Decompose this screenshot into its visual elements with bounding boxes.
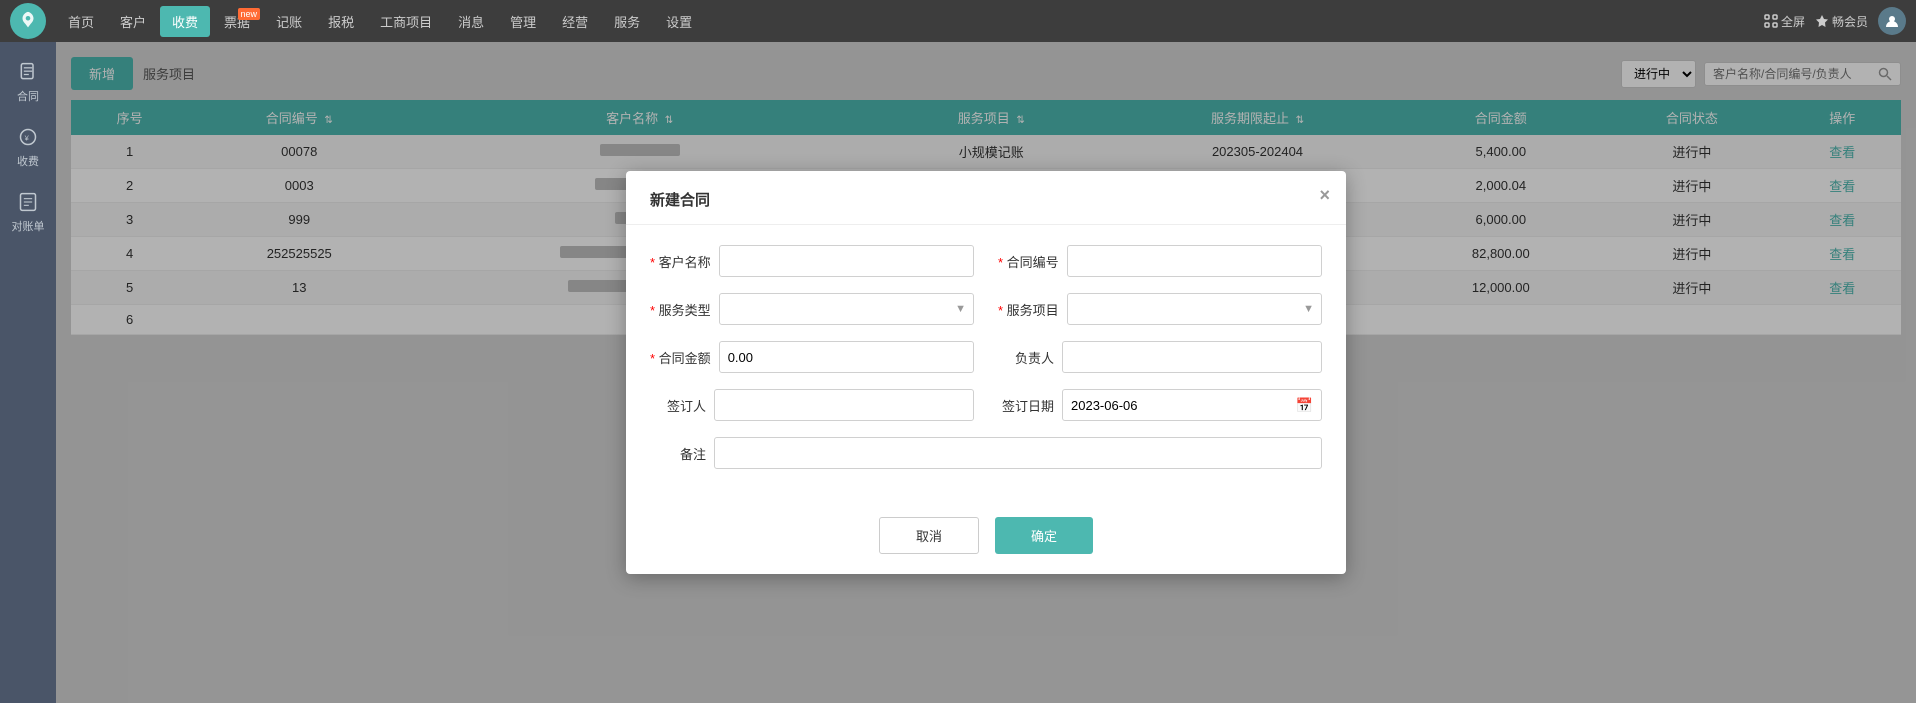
contract-amount-label: 合同金额 [650,348,711,367]
contract-amount-input[interactable] [719,341,974,373]
form-row-2: 服务类型 ▼ 服务项目 ▼ [650,293,1322,325]
sidebar-label-fee: 收费 [17,153,39,169]
notes-input[interactable] [714,437,1322,469]
form-row-4: 签订人 签订日期 📅 [650,389,1322,421]
contract-no-input[interactable] [1067,245,1322,277]
nav-service[interactable]: 服务 [602,6,652,37]
form-row-3: 合同金额 负责人 [650,341,1322,373]
nav-home[interactable]: 首页 [56,6,106,37]
signer-input[interactable] [714,389,974,421]
service-item-select[interactable] [1067,293,1322,325]
fullscreen-button[interactable]: 全屏 [1764,13,1805,30]
service-item-select-wrap: ▼ [1067,293,1322,325]
sidebar-label-contract: 合同 [17,88,39,104]
notes-label: 备注 [650,444,706,463]
nav-menu: 首页 客户 收费 票据 new 记账 报税 工商项目 消息 管理 经营 服务 设… [56,6,1764,37]
fullscreen-label: 全屏 [1781,13,1805,30]
service-type-select-wrap: ▼ [719,293,974,325]
content-area: 新增 服务项目 进行中 已完成 已终止 [56,42,1916,703]
modal-body: 客户名称 合同编号 服务类型 [626,225,1346,505]
vip-label: 畅会员 [1832,13,1868,30]
form-row-5: 备注 [650,437,1322,469]
sign-date-input-wrap: 📅 [1062,389,1322,421]
app-logo [10,3,46,39]
field-contract-no: 合同编号 [998,245,1322,277]
sign-date-label: 签订日期 [998,396,1054,415]
modal-header: 新建合同 × [626,171,1346,225]
vip-button[interactable]: 畅会员 [1815,13,1868,30]
field-contract-amount: 合同金额 [650,341,974,373]
sidebar: 合同 ¥ 收费 对账单 [0,42,56,703]
responsible-label: 负责人 [998,348,1054,367]
sidebar-item-contract[interactable]: 合同 [3,52,53,112]
field-sign-date: 签订日期 📅 [998,389,1322,421]
contract-no-label: 合同编号 [998,252,1059,271]
signer-label: 签订人 [650,396,706,415]
nav-business[interactable]: 工商项目 [368,6,444,37]
responsible-input[interactable] [1062,341,1322,373]
contract-icon [16,60,40,84]
cancel-button[interactable]: 取消 [879,517,979,554]
sidebar-item-statement[interactable]: 对账单 [3,182,53,242]
fee-icon: ¥ [16,125,40,149]
field-signer: 签订人 [650,389,974,421]
nav-bookkeeping[interactable]: 记账 [264,6,314,37]
new-badge: new [238,8,261,20]
modal-footer: 取消 确定 [626,505,1346,574]
field-customer-name: 客户名称 [650,245,974,277]
modal-title: 新建合同 [650,192,710,209]
confirm-button[interactable]: 确定 [995,517,1093,554]
service-type-select[interactable] [719,293,974,325]
field-responsible: 负责人 [998,341,1322,373]
nav-tax[interactable]: 报税 [316,6,366,37]
form-row-1: 客户名称 合同编号 [650,245,1322,277]
sidebar-label-statement: 对账单 [12,218,45,234]
nav-fee[interactable]: 收费 [160,6,210,37]
nav-customer[interactable]: 客户 [108,6,158,37]
top-navigation: 首页 客户 收费 票据 new 记账 报税 工商项目 消息 管理 经营 服务 设… [0,0,1916,42]
modal-overlay: 新建合同 × 客户名称 合同编号 [56,42,1916,703]
nav-manage[interactable]: 管理 [498,6,548,37]
customer-name-input[interactable] [719,245,974,277]
nav-settings[interactable]: 设置 [654,6,704,37]
field-service-type: 服务类型 ▼ [650,293,974,325]
nav-operation[interactable]: 经营 [550,6,600,37]
nav-ticket[interactable]: 票据 new [212,6,262,37]
sign-date-input[interactable] [1071,398,1291,413]
calendar-icon[interactable]: 📅 [1296,397,1313,414]
field-service-item: 服务项目 ▼ [998,293,1322,325]
modal-close-button[interactable]: × [1319,185,1330,206]
field-notes: 备注 [650,437,1322,469]
user-avatar[interactable] [1878,7,1906,35]
service-type-label: 服务类型 [650,300,711,319]
customer-name-label: 客户名称 [650,252,711,271]
statement-icon [16,190,40,214]
new-contract-modal: 新建合同 × 客户名称 合同编号 [626,171,1346,574]
service-item-label-modal: 服务项目 [998,300,1059,319]
sidebar-item-fee[interactable]: ¥ 收费 [3,117,53,177]
main-layout: 合同 ¥ 收费 对账单 [0,42,1916,703]
svg-text:¥: ¥ [25,133,30,142]
nav-message[interactable]: 消息 [446,6,496,37]
nav-right-actions: 全屏 畅会员 [1764,7,1906,35]
